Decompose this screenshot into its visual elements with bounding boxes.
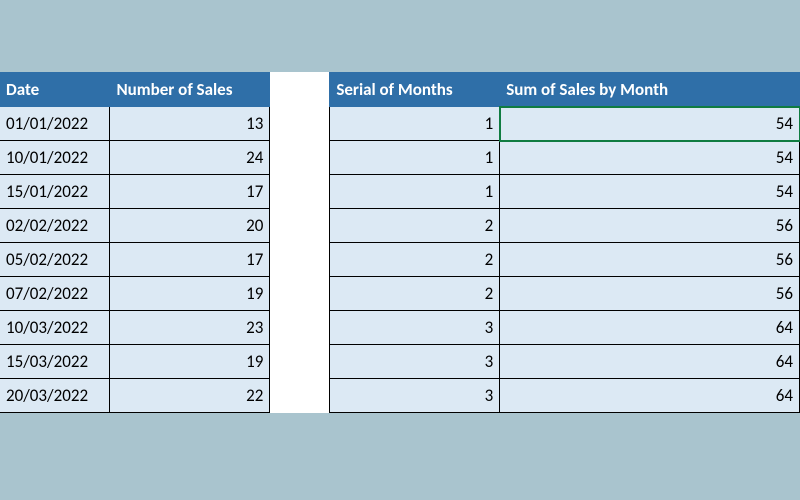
cell-serial[interactable]: 1 [330, 141, 500, 175]
header-sum[interactable]: Sum of Sales by Month [500, 73, 800, 107]
cell-sum[interactable]: 56 [500, 277, 800, 311]
cell-sales[interactable]: 22 [110, 379, 270, 413]
cell-date[interactable]: 05/02/2022 [0, 243, 110, 277]
cell-sum[interactable]: 54 [500, 141, 800, 175]
cell-serial[interactable]: 3 [330, 345, 500, 379]
cell-sales[interactable]: 20 [110, 209, 270, 243]
cell-date[interactable]: 02/02/2022 [0, 209, 110, 243]
cell-date[interactable]: 10/03/2022 [0, 311, 110, 345]
table-row: 01/01/2022 13 1 54 [0, 107, 800, 141]
spacer-cell [270, 107, 330, 141]
header-date[interactable]: Date [0, 73, 110, 107]
cell-sum[interactable]: 64 [500, 345, 800, 379]
header-row: Date Number of Sales Serial of Months Su… [0, 73, 800, 107]
cell-serial[interactable]: 1 [330, 107, 500, 141]
cell-sales[interactable]: 24 [110, 141, 270, 175]
data-table: Date Number of Sales Serial of Months Su… [0, 72, 800, 413]
spacer-cell [270, 141, 330, 175]
header-sales[interactable]: Number of Sales [110, 73, 270, 107]
cell-sum[interactable]: 54 [500, 175, 800, 209]
cell-sales[interactable]: 19 [110, 277, 270, 311]
spreadsheet-area: Date Number of Sales Serial of Months Su… [0, 72, 800, 413]
table-body: 01/01/2022 13 1 54 10/01/2022 24 1 54 15… [0, 107, 800, 413]
cell-serial[interactable]: 2 [330, 277, 500, 311]
cell-sales[interactable]: 13 [110, 107, 270, 141]
spacer-header [270, 73, 330, 107]
cell-date[interactable]: 15/01/2022 [0, 175, 110, 209]
spacer-cell [270, 209, 330, 243]
cell-sum[interactable]: 64 [500, 311, 800, 345]
table-row: 20/03/2022 22 3 64 [0, 379, 800, 413]
cell-sum[interactable]: 64 [500, 379, 800, 413]
cell-date[interactable]: 10/01/2022 [0, 141, 110, 175]
cell-sum[interactable]: 56 [500, 243, 800, 277]
cell-serial[interactable]: 2 [330, 243, 500, 277]
cell-sales[interactable]: 17 [110, 175, 270, 209]
table-row: 15/01/2022 17 1 54 [0, 175, 800, 209]
cell-date[interactable]: 15/03/2022 [0, 345, 110, 379]
cell-sum-selected[interactable]: 54 [500, 107, 800, 141]
cell-date[interactable]: 01/01/2022 [0, 107, 110, 141]
cell-date[interactable]: 07/02/2022 [0, 277, 110, 311]
cell-serial[interactable]: 1 [330, 175, 500, 209]
table-row: 07/02/2022 19 2 56 [0, 277, 800, 311]
cell-sales[interactable]: 19 [110, 345, 270, 379]
table-row: 10/03/2022 23 3 64 [0, 311, 800, 345]
spacer-cell [270, 379, 330, 413]
table-row: 02/02/2022 20 2 56 [0, 209, 800, 243]
spacer-cell [270, 243, 330, 277]
cell-sum[interactable]: 56 [500, 209, 800, 243]
cell-serial[interactable]: 2 [330, 209, 500, 243]
cell-sales[interactable]: 23 [110, 311, 270, 345]
header-serial[interactable]: Serial of Months [330, 73, 500, 107]
spacer-cell [270, 345, 330, 379]
table-row: 05/02/2022 17 2 56 [0, 243, 800, 277]
cell-date[interactable]: 20/03/2022 [0, 379, 110, 413]
spacer-cell [270, 311, 330, 345]
spacer-cell [270, 175, 330, 209]
table-row: 15/03/2022 19 3 64 [0, 345, 800, 379]
cell-serial[interactable]: 3 [330, 379, 500, 413]
cell-serial[interactable]: 3 [330, 311, 500, 345]
table-row: 10/01/2022 24 1 54 [0, 141, 800, 175]
cell-sales[interactable]: 17 [110, 243, 270, 277]
spacer-cell [270, 277, 330, 311]
